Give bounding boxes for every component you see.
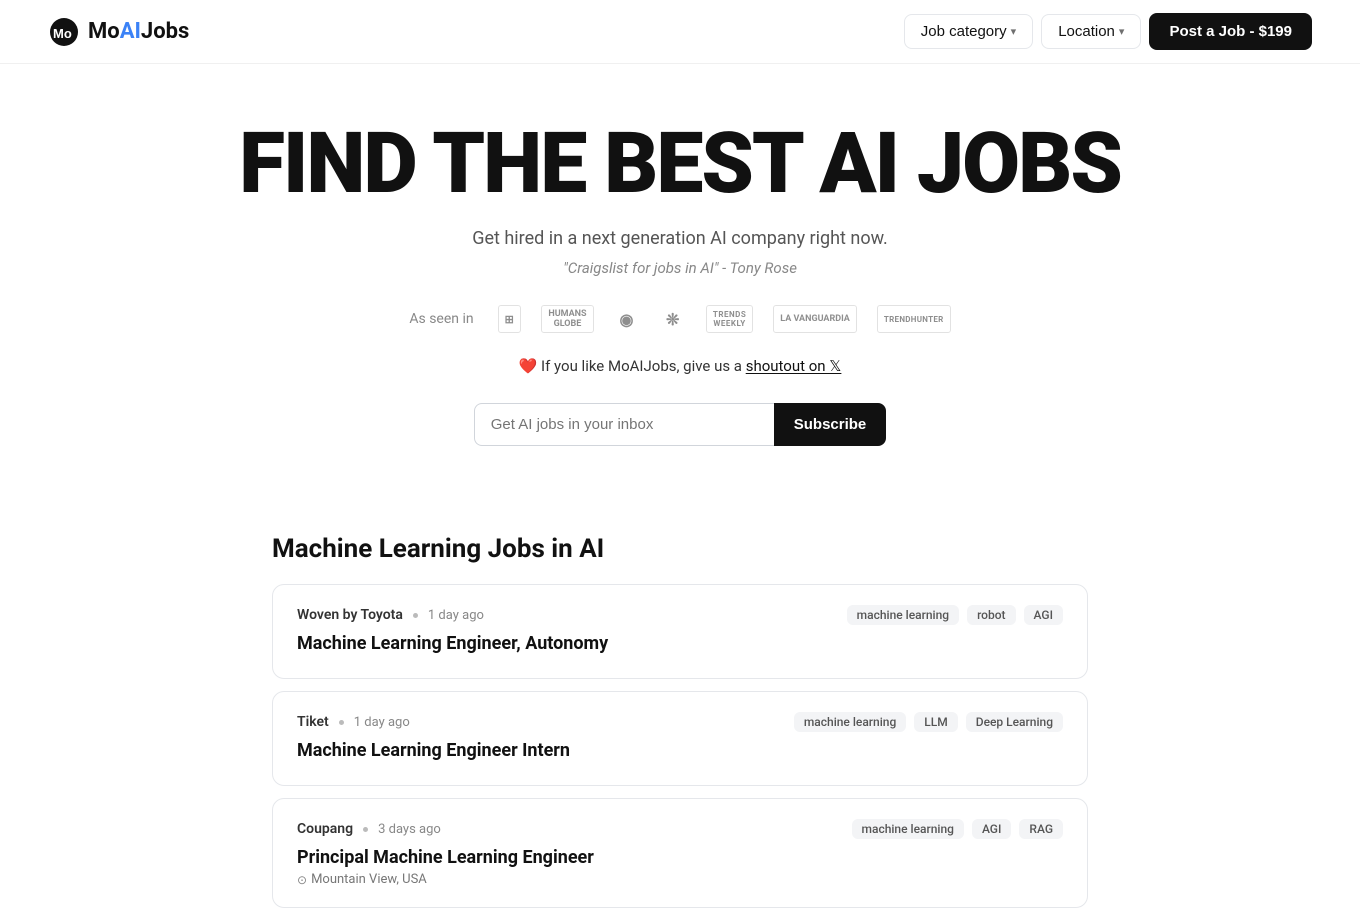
job-category-label: Job category bbox=[921, 23, 1007, 40]
job-tag: AGI bbox=[972, 819, 1011, 839]
job-title: Machine Learning Engineer, Autonomy bbox=[297, 633, 1063, 654]
job-card-top: Woven by Toyota 1 day ago machine learni… bbox=[297, 605, 1063, 625]
logo-icon: Mo bbox=[48, 16, 80, 48]
shoutout-link[interactable]: shoutout on 𝕏 bbox=[746, 357, 842, 375]
job-tag: LLM bbox=[914, 712, 957, 732]
job-card[interactable]: Woven by Toyota 1 day ago machine learni… bbox=[272, 584, 1088, 679]
logo-grid-icon: ⊞ bbox=[498, 305, 522, 333]
hero-section: FIND THE BEST AI JOBS Get hired in a nex… bbox=[0, 64, 1360, 534]
seen-in-label: As seen in bbox=[409, 311, 473, 327]
job-tags: machine learning AGI RAG bbox=[852, 819, 1063, 839]
jobs-section-title: Machine Learning Jobs in AI bbox=[272, 534, 1088, 564]
job-list: Woven by Toyota 1 day ago machine learni… bbox=[272, 584, 1088, 908]
post-job-button[interactable]: Post a Job - $199 bbox=[1149, 13, 1312, 50]
logo-link[interactable]: Mo MoAIJobs bbox=[48, 16, 189, 48]
job-dot bbox=[363, 827, 368, 832]
hero-quote: "Craigslist for jobs in AI" - Tony Rose bbox=[48, 259, 1312, 277]
job-meta: Coupang 3 days ago bbox=[297, 821, 441, 837]
shoutout-text: ❤️ If you like MoAIJobs, give us a shout… bbox=[48, 357, 1312, 375]
job-location-text: Mountain View, USA bbox=[311, 872, 427, 887]
job-dot bbox=[413, 613, 418, 618]
job-tag: AGI bbox=[1024, 605, 1063, 625]
logo-humans-globe: HUMANSGLOBE bbox=[541, 305, 593, 333]
job-location: ⊙ Mountain View, USA bbox=[297, 872, 1063, 887]
job-tag: Deep Learning bbox=[966, 712, 1063, 732]
subscribe-row: Subscribe bbox=[48, 403, 1312, 446]
chevron-down-icon: ▾ bbox=[1119, 25, 1125, 38]
logo-text: MoAIJobs bbox=[88, 19, 189, 44]
logo-jobs: Jobs bbox=[141, 19, 189, 44]
logo-mo: Mo bbox=[88, 19, 120, 44]
job-tag: machine learning bbox=[852, 819, 964, 839]
location-label: Location bbox=[1058, 23, 1115, 40]
logo-trends-weekly: TRENDSWEEKLY bbox=[706, 305, 753, 333]
chevron-down-icon: ▾ bbox=[1011, 25, 1017, 38]
job-card[interactable]: Coupang 3 days ago machine learning AGI RA… bbox=[272, 798, 1088, 908]
location-pin-icon: ⊙ bbox=[297, 873, 307, 887]
job-time: 1 day ago bbox=[428, 608, 484, 623]
seen-in-row: As seen in ⊞ HUMANSGLOBE ◉ ❊ TRENDSWEEKL… bbox=[48, 305, 1312, 333]
job-company: Coupang bbox=[297, 821, 353, 837]
subscribe-button[interactable]: Subscribe bbox=[774, 403, 887, 446]
nav-right: Job category ▾ Location ▾ Post a Job - $… bbox=[904, 13, 1312, 50]
job-tag: robot bbox=[967, 605, 1015, 625]
job-card-top: Coupang 3 days ago machine learning AGI RA… bbox=[297, 819, 1063, 839]
logo-trendhunter: TRENDHUNTER bbox=[877, 305, 951, 333]
location-button[interactable]: Location ▾ bbox=[1041, 14, 1141, 49]
job-tags: machine learning LLM Deep Learning bbox=[794, 712, 1063, 732]
job-meta: Tiket 1 day ago bbox=[297, 714, 410, 730]
subscribe-input[interactable] bbox=[474, 403, 774, 446]
hero-subtitle: Get hired in a next generation AI compan… bbox=[48, 228, 1312, 249]
job-company: Tiket bbox=[297, 714, 329, 730]
job-title: Machine Learning Engineer Intern bbox=[297, 740, 1063, 761]
job-dot bbox=[339, 720, 344, 725]
navbar: Mo MoAIJobs Job category ▾ Location ▾ Po… bbox=[0, 0, 1360, 64]
job-time: 1 day ago bbox=[354, 715, 410, 730]
logo-circle: ◉ bbox=[614, 305, 640, 333]
logo-snowflake: ❊ bbox=[660, 305, 686, 333]
logo-ai: AI bbox=[120, 19, 141, 44]
job-category-button[interactable]: Job category ▾ bbox=[904, 14, 1033, 49]
shoutout-before: ❤️ If you like MoAIJobs, give us a bbox=[519, 357, 746, 375]
hero-title: FIND THE BEST AI JOBS bbox=[48, 120, 1312, 208]
job-meta: Woven by Toyota 1 day ago bbox=[297, 607, 484, 623]
job-card[interactable]: Tiket 1 day ago machine learning LLM Deep … bbox=[272, 691, 1088, 786]
job-tag: machine learning bbox=[847, 605, 959, 625]
jobs-section: Machine Learning Jobs in AI Woven by Toy… bbox=[0, 534, 1360, 908]
job-tag: machine learning bbox=[794, 712, 906, 732]
job-tag: RAG bbox=[1019, 819, 1063, 839]
job-title: Principal Machine Learning Engineer bbox=[297, 847, 1063, 868]
logo-la-vanguardia: LA VANGUARDIA bbox=[773, 305, 857, 333]
job-company: Woven by Toyota bbox=[297, 607, 403, 623]
job-tags: machine learning robot AGI bbox=[847, 605, 1063, 625]
svg-text:Mo: Mo bbox=[53, 26, 72, 41]
job-time: 3 days ago bbox=[378, 822, 441, 837]
job-card-top: Tiket 1 day ago machine learning LLM Deep … bbox=[297, 712, 1063, 732]
